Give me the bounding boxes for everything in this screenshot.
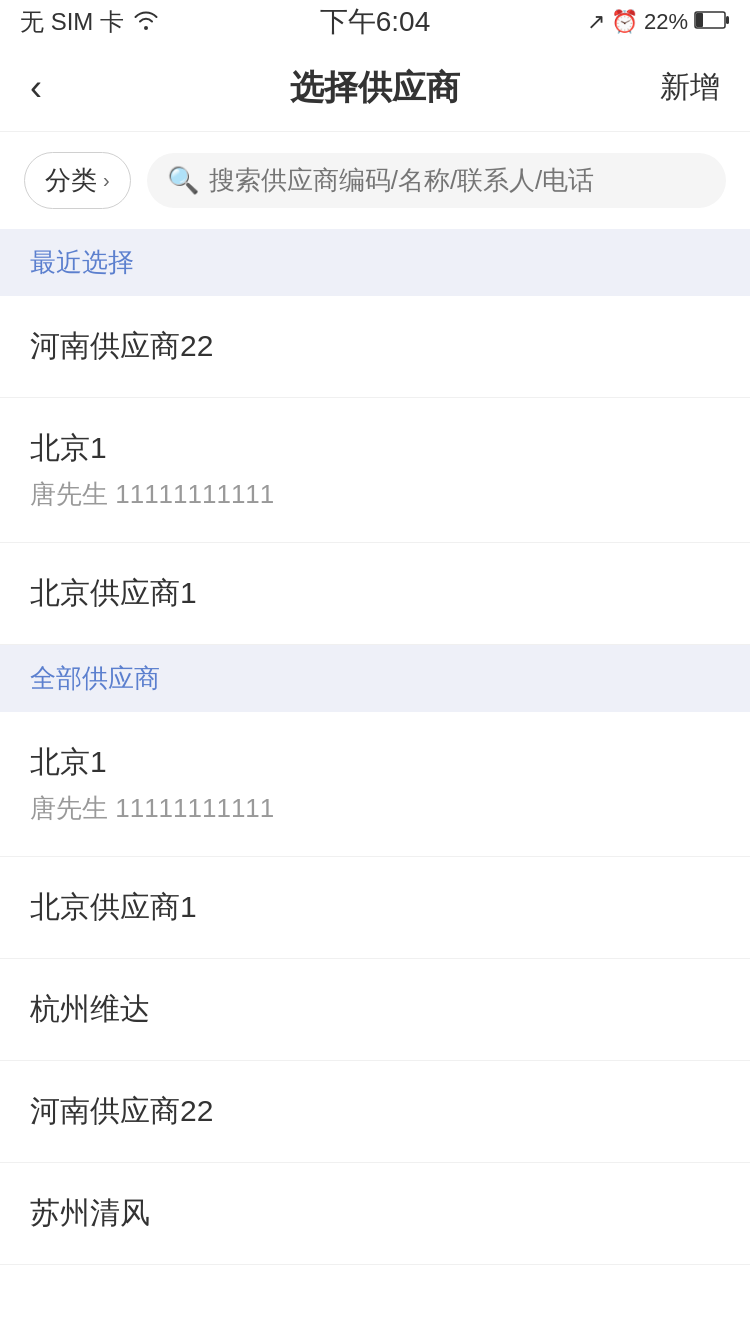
list-item[interactable]: 河南供应商22 — [0, 1061, 750, 1163]
item-name: 北京1 — [30, 742, 720, 783]
search-input[interactable] — [209, 165, 706, 196]
battery-label: 22% — [644, 9, 688, 35]
item-name: 北京1 — [30, 428, 720, 469]
recent-section-header: 最近选择 — [0, 229, 750, 296]
wifi-icon — [132, 8, 160, 36]
search-input-wrap: 🔍 — [147, 153, 726, 208]
all-items-list: 北京1 唐先生 11111111111 北京供应商1 杭州维达河南供应商22 苏州清… — [0, 712, 750, 1265]
list-item[interactable]: 北京1 唐先生 11111111111 — [0, 398, 750, 543]
list-item[interactable]: 苏州清风 — [0, 1163, 750, 1265]
list-item[interactable]: 北京供应商1 — [0, 543, 750, 645]
chevron-icon: › — [103, 169, 110, 192]
list-item[interactable]: 杭州维达 — [0, 959, 750, 1061]
item-name: 河南供应商22 — [30, 1091, 720, 1132]
item-sub: 唐先生 11111111111 — [30, 477, 720, 512]
item-name: 苏州清风 — [30, 1193, 720, 1234]
status-left: 无 SIM 卡 — [20, 6, 160, 38]
nav-title: 选择供应商 — [290, 65, 460, 111]
location-icon: ↗ — [587, 9, 605, 35]
svg-rect-2 — [726, 16, 729, 24]
add-button[interactable]: 新增 — [660, 67, 720, 108]
category-button[interactable]: 分类 › — [24, 152, 131, 209]
search-icon: 🔍 — [167, 165, 199, 196]
item-sub: 唐先生 11111111111 — [30, 791, 720, 826]
back-button[interactable]: ‹ — [20, 57, 52, 119]
status-right: ↗ ⏰ 22% — [587, 9, 730, 35]
item-name: 北京供应商1 — [30, 573, 720, 614]
all-section-label: 全部供应商 — [30, 663, 160, 693]
nav-bar: ‹ 选择供应商 新增 — [0, 44, 750, 132]
battery-icon — [694, 9, 730, 35]
alarm-icon: ⏰ — [611, 9, 638, 35]
list-item[interactable]: 北京1 唐先生 11111111111 — [0, 712, 750, 857]
svg-rect-1 — [696, 13, 703, 27]
recent-section-label: 最近选择 — [30, 247, 134, 277]
item-name: 河南供应商22 — [30, 326, 720, 367]
list-item[interactable]: 河南供应商22 — [0, 296, 750, 398]
status-time: 下午6:04 — [320, 3, 431, 41]
all-section-header: 全部供应商 — [0, 645, 750, 712]
search-bar: 分类 › 🔍 — [0, 132, 750, 229]
recent-items-list: 河南供应商22 北京1 唐先生 11111111111 北京供应商1 — [0, 296, 750, 645]
item-name: 杭州维达 — [30, 989, 720, 1030]
carrier-label: 无 SIM 卡 — [20, 6, 124, 38]
status-bar: 无 SIM 卡 下午6:04 ↗ ⏰ 22% — [0, 0, 750, 44]
item-name: 北京供应商1 — [30, 887, 720, 928]
category-label: 分类 — [45, 163, 97, 198]
list-item[interactable]: 北京供应商1 — [0, 857, 750, 959]
